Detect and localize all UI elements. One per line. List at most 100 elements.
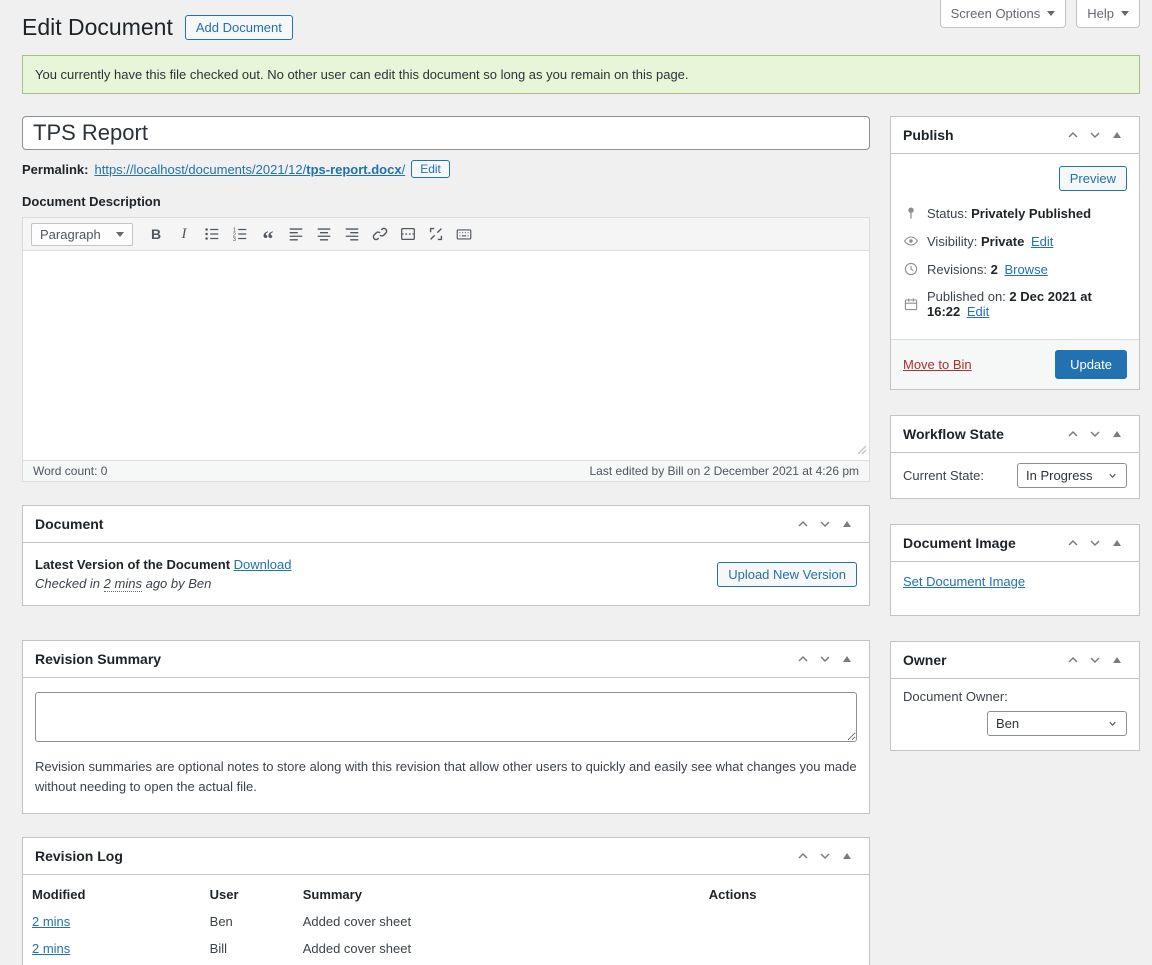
eye-icon [903, 233, 919, 249]
revision-user: Bill [209, 941, 227, 957]
permalink-url-base: https://localhost/documents/2021/12/ [94, 161, 307, 177]
visibility-value: Private [980, 233, 1025, 249]
checked-in-suffix: ago by Ben [145, 576, 212, 591]
permalink-link[interactable]: https://localhost/documents/2021/12/tps-… [94, 162, 405, 177]
pin-icon [903, 205, 919, 221]
panel-order-down-button[interactable] [1085, 424, 1105, 444]
panel-order-up-button[interactable] [793, 649, 813, 669]
permalink-url-suffix: / [401, 161, 406, 177]
revision-summary-cell: Added cover sheet [302, 941, 412, 957]
document-panel-title: Document [35, 516, 104, 532]
visibility-label: Visibility: [927, 233, 978, 249]
move-to-bin-link[interactable]: Move to Bin [903, 357, 972, 372]
panel-order-down-button[interactable] [815, 846, 835, 866]
preview-button[interactable]: Preview [1058, 166, 1127, 191]
panel-toggle-button[interactable] [837, 846, 857, 866]
panel-toggle-button[interactable] [837, 649, 857, 669]
revision-user: Ben [209, 914, 233, 930]
resize-grip-icon[interactable] [855, 443, 867, 458]
document-image-body: Set Document Image [891, 562, 1139, 615]
set-document-image-link[interactable]: Set Document Image [903, 574, 1025, 589]
chevron-down-icon [1121, 11, 1129, 16]
panel-order-up-button[interactable] [793, 846, 813, 866]
revision-log-title: Revision Log [35, 848, 123, 865]
revisions-row: Revisions: 2 Browse [903, 255, 1127, 283]
panel-order-down-button[interactable] [1085, 650, 1105, 670]
document-title-input[interactable] [22, 116, 870, 150]
browse-revisions-link[interactable]: Browse [1004, 262, 1047, 277]
panel-order-up-button[interactable] [793, 514, 813, 534]
revision-time-link[interactable]: 2 mins [32, 941, 70, 956]
workflow-state-select[interactable]: In Progress [1017, 463, 1127, 488]
screen-options-label: Screen Options [950, 6, 1041, 21]
panel-order-down-button[interactable] [815, 649, 835, 669]
checked-in-time: 2 mins [103, 576, 142, 592]
revision-action-cell [700, 935, 869, 962]
document-owner-select[interactable]: Ben [987, 711, 1127, 736]
column-header-modified: Modified [32, 887, 86, 903]
panel-order-up-button[interactable] [1063, 125, 1083, 145]
table-row: 2 mins Bill Added cover sheet [23, 935, 869, 962]
publish-panel-header: Publish [891, 117, 1139, 154]
upload-new-version-button[interactable]: Upload New Version [717, 561, 857, 587]
bulleted-list-icon[interactable] [199, 222, 225, 246]
last-edited-info: Last edited by Bill on 2 December 2021 a… [589, 464, 860, 478]
published-edit-link[interactable]: Edit [967, 304, 989, 319]
fullscreen-icon[interactable] [423, 222, 449, 246]
keyboard-shortcuts-icon[interactable] [451, 222, 477, 246]
align-left-icon[interactable] [283, 222, 309, 246]
add-document-button[interactable]: Add Document [184, 15, 293, 40]
panel-order-down-button[interactable] [1085, 533, 1105, 553]
toggle-up-icon [1113, 132, 1121, 138]
align-right-icon[interactable] [339, 222, 365, 246]
read-more-icon[interactable] [395, 222, 421, 246]
blockquote-icon[interactable]: “ [255, 222, 281, 250]
workflow-state-title: Workflow State [903, 426, 1004, 442]
visibility-edit-link[interactable]: Edit [1031, 234, 1053, 249]
screen-options-tab[interactable]: Screen Options [939, 0, 1067, 28]
panel-toggle-button[interactable] [837, 514, 857, 534]
format-select[interactable]: Paragraph [31, 222, 133, 246]
revision-summary-title: Revision Summary [35, 651, 162, 667]
download-link[interactable]: Download [234, 557, 292, 572]
checkout-notice-text: You currently have this file checked out… [35, 67, 689, 82]
panel-toggle-button[interactable] [1107, 424, 1127, 444]
top-tabs: Screen Options Help [939, 0, 1140, 28]
revision-time-link[interactable]: 2 mins [32, 914, 70, 929]
panel-order-up-button[interactable] [1063, 533, 1083, 553]
permalink-url-slug: tps-report.docx [306, 161, 402, 177]
revision-log-header: Revision Log [23, 838, 869, 876]
sidebar: Publish Preview Status: Privately Publis… [890, 116, 1140, 776]
permalink-edit-button[interactable]: Edit [411, 160, 450, 178]
panel-toggle-button[interactable] [1107, 125, 1127, 145]
owner-panel-title: Owner [903, 652, 947, 668]
description-edit-area[interactable] [23, 251, 869, 460]
numbered-list-icon[interactable]: 123 [227, 222, 253, 246]
workflow-state-value: In Progress [1026, 468, 1093, 483]
update-button[interactable]: Update [1055, 350, 1127, 379]
published-label: Published on: [927, 289, 1006, 304]
table-row: 2 mins Ben Added cover sheet [23, 908, 869, 935]
align-center-icon[interactable] [311, 222, 337, 246]
bold-icon[interactable]: B [143, 222, 169, 246]
revision-summary-textarea[interactable] [35, 692, 857, 742]
panel-order-down-button[interactable] [815, 514, 835, 534]
revision-summary-header: Revision Summary [23, 641, 869, 678]
panel-toggle-button[interactable] [1107, 533, 1127, 553]
chevron-down-icon [1047, 11, 1056, 16]
svg-text:3: 3 [233, 237, 236, 243]
page-title: Edit Document [22, 14, 173, 40]
panel-order-up-button[interactable] [1063, 424, 1083, 444]
revision-summary-cell: Added cover sheet [302, 914, 412, 930]
revision-summary-help: Revision summaries are optional notes to… [35, 759, 857, 795]
panel-toggle-button[interactable] [1107, 650, 1127, 670]
current-state-label: Current State: [903, 468, 984, 483]
panel-order-down-button[interactable] [1085, 125, 1105, 145]
help-tab[interactable]: Help [1076, 0, 1140, 28]
latest-version-label: Latest Version of the Document [35, 557, 231, 572]
word-count: Word count: 0 [33, 464, 108, 478]
column-header-actions: Actions [708, 887, 757, 903]
panel-order-up-button[interactable] [1063, 650, 1083, 670]
italic-icon[interactable]: I [171, 222, 197, 246]
link-icon[interactable] [367, 222, 393, 246]
